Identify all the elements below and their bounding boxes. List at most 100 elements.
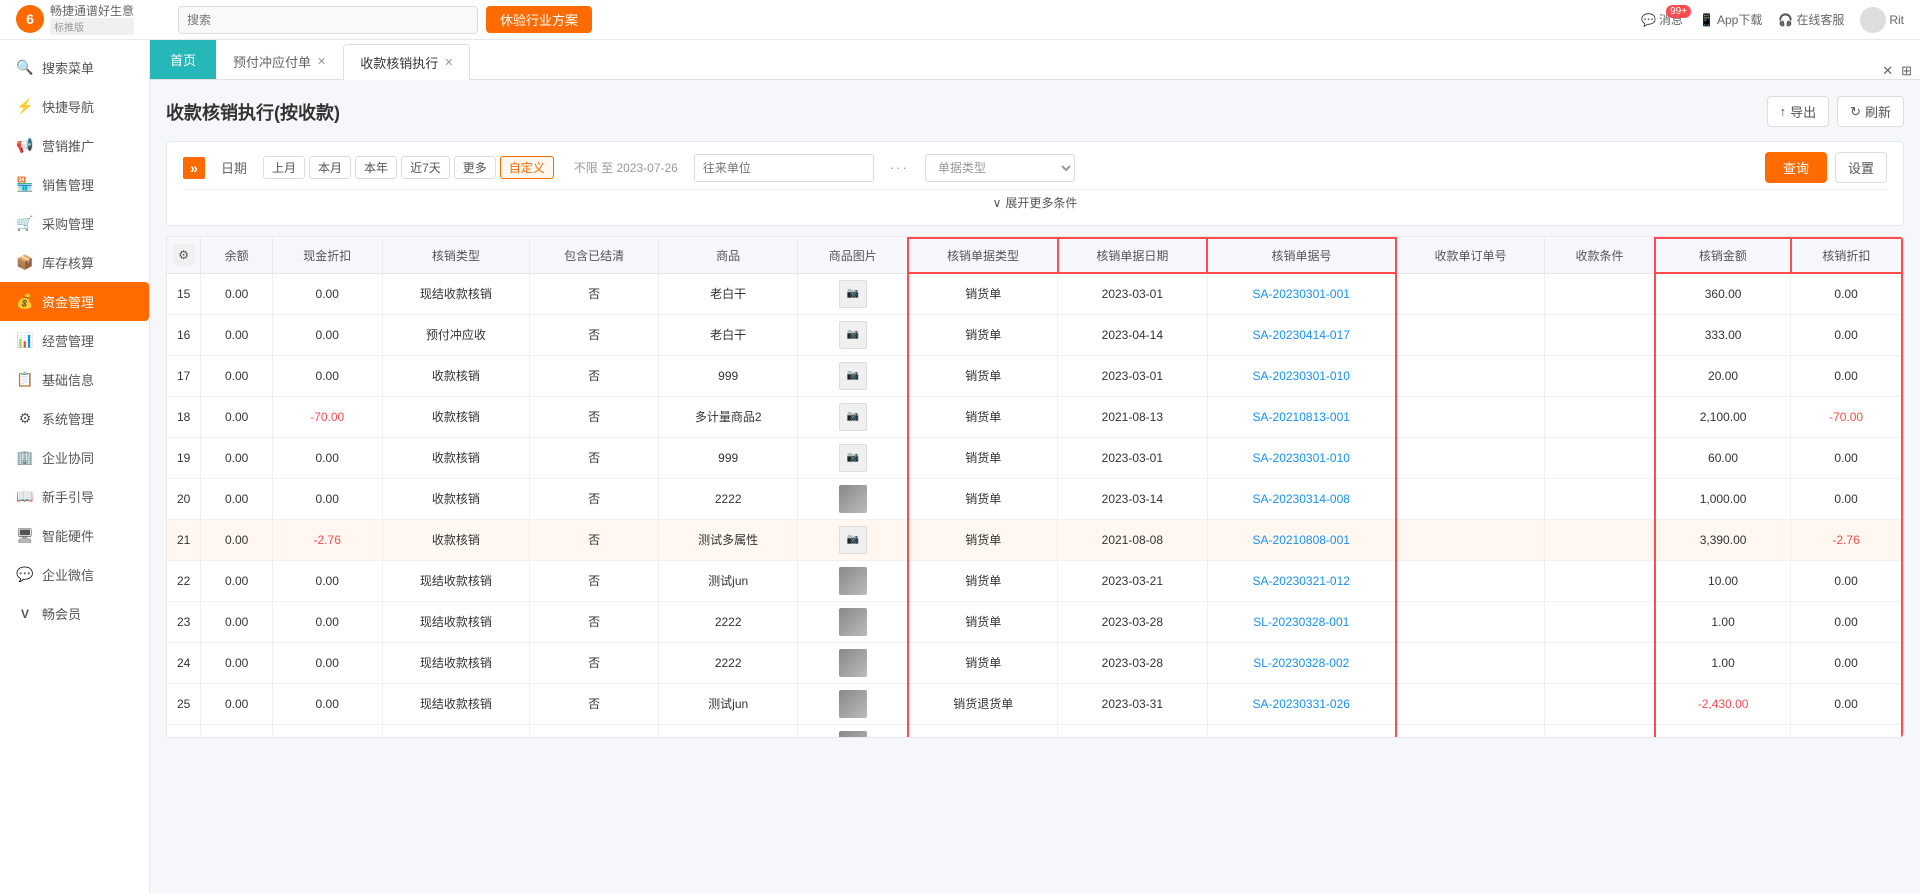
- bill-no-link[interactable]: SA-20230331-026: [1253, 697, 1350, 711]
- sidebar-item-marketing[interactable]: 📢 营销推广: [0, 126, 149, 165]
- cancel-amount-cell: 3,390.00: [1655, 519, 1791, 560]
- sidebar-item-quick[interactable]: ⚡ 快捷导航: [0, 87, 149, 126]
- th-cancel-bill-no: 核销单据号: [1207, 238, 1396, 273]
- query-btn[interactable]: 查询: [1765, 152, 1827, 183]
- bill-no-link[interactable]: SL-20230328-002: [1253, 656, 1349, 670]
- cancel-bill-date-cell: 2023-03-21: [1058, 560, 1207, 601]
- table-row: 26 0.00 0.00 预收款核销 否 123D商品 销货单 2022-04-…: [167, 724, 1902, 737]
- cancel-bill-no-cell: SA-20230314-008: [1207, 478, 1396, 519]
- table-row: 18 0.00 -70.00 收款核销 否 多计量商品2 📷 销货单 2021-…: [167, 396, 1902, 437]
- app-download-icon: 📱: [1699, 13, 1714, 27]
- tab-prepay-close[interactable]: ✕: [317, 55, 326, 68]
- balance-cell: 0.00: [201, 478, 273, 519]
- cancel-bill-no-cell: SL-20230328-002: [1207, 642, 1396, 683]
- top-bar-right: 💬 消息 99+ 📱 App下载 🎧 在线客服 Rit: [1641, 7, 1904, 33]
- product-cell: 123D商品: [659, 724, 798, 737]
- online-service-btn[interactable]: 🎧 在线客服: [1778, 11, 1844, 28]
- bill-no-link[interactable]: SA-20230301-001: [1253, 287, 1350, 301]
- tab-home[interactable]: 首页: [150, 40, 216, 79]
- cancel-amount-cell: 333.00: [1655, 314, 1791, 355]
- th-receipt-order-no: 收款单订单号: [1396, 238, 1545, 273]
- cancel-bill-no-cell: SA-20230414-017: [1207, 314, 1396, 355]
- top-search-input[interactable]: [178, 6, 478, 34]
- bill-no-link[interactable]: SA-20230301-010: [1253, 369, 1350, 383]
- setting-btn[interactable]: 设置: [1835, 152, 1887, 183]
- tab-receipt[interactable]: 收款核销执行 ✕: [343, 44, 470, 80]
- app-download-btn[interactable]: 📱 App下载: [1699, 11, 1762, 28]
- tab-prepay[interactable]: 预付冲应付单 ✕: [216, 43, 343, 79]
- industry-plan-btn[interactable]: 休验行业方案: [486, 6, 592, 33]
- sidebar-item-purchase[interactable]: 🛒 采购管理: [0, 204, 149, 243]
- filter-expand-btn[interactable]: »: [183, 157, 205, 179]
- date-btn-7days[interactable]: 近7天: [401, 156, 450, 179]
- bill-no-link[interactable]: SA-20210813-001: [1253, 410, 1350, 424]
- online-service-label: 在线客服: [1796, 11, 1844, 28]
- balance-cell: 0.00: [201, 642, 273, 683]
- column-settings-btn[interactable]: ⚙: [173, 244, 195, 266]
- sidebar-item-operations[interactable]: 📊 经营管理: [0, 321, 149, 360]
- cancel-discount-cell: 0.00: [1791, 601, 1902, 642]
- sidebar-item-base[interactable]: 📋 基础信息: [0, 360, 149, 399]
- expand-more-btn[interactable]: ∨ 展开更多条件: [183, 189, 1887, 215]
- date-btn-last-month[interactable]: 上月: [263, 156, 305, 179]
- search-icon: 🔍: [16, 59, 34, 77]
- logo-char: 6: [26, 11, 34, 27]
- sidebar-item-finance[interactable]: 💰 资金管理: [0, 282, 149, 321]
- single-type-select[interactable]: 单据类型: [925, 154, 1075, 182]
- date-btn-custom[interactable]: 自定义: [500, 156, 554, 179]
- bill-no-link[interactable]: SA-20230414-017: [1253, 328, 1350, 342]
- cancel-type-cell: 现结收款核销: [382, 642, 530, 683]
- th-product-img: 商品图片: [798, 238, 908, 273]
- counterparty-input[interactable]: [694, 154, 874, 182]
- sidebar-item-wechat[interactable]: 💬 企业微信: [0, 555, 149, 594]
- table-scroll[interactable]: ⚙ 余额 现金折扣 核销类型 包含已结清 商品 商品图片 核销单据类型 核销单据…: [167, 237, 1903, 737]
- user-avatar: [1860, 7, 1886, 33]
- sidebar-item-sales[interactable]: 🏪 销售管理: [0, 165, 149, 204]
- tab-maximize-icon[interactable]: ⊞: [1901, 63, 1912, 79]
- bill-no-link[interactable]: SL-20230328-001: [1253, 615, 1349, 629]
- cancel-amount-cell: 1.00: [1655, 642, 1791, 683]
- sidebar-item-member[interactable]: V 畅会员: [0, 594, 149, 633]
- tab-receipt-close[interactable]: ✕: [444, 56, 453, 69]
- product-cell: 老白干: [659, 314, 798, 355]
- th-settings: ⚙: [167, 238, 201, 273]
- balance-cell: 0.00: [201, 519, 273, 560]
- th-cancel-discount: 核销折扣: [1791, 238, 1902, 273]
- receipt-condition-cell: [1545, 519, 1655, 560]
- user-info[interactable]: Rit: [1860, 7, 1904, 33]
- logo-name: 畅捷通谱好生意: [50, 4, 134, 18]
- export-btn[interactable]: ↑ 导出: [1767, 96, 1830, 127]
- bill-no-link[interactable]: SA-20210808-001: [1253, 533, 1350, 547]
- sidebar-item-hardware[interactable]: 🖥 智能硬件: [0, 516, 149, 555]
- sidebar-item-guide[interactable]: 📖 新手引导: [0, 477, 149, 516]
- sidebar-item-inventory[interactable]: 📦 库存核算: [0, 243, 149, 282]
- refresh-btn[interactable]: ↻ 刷新: [1837, 96, 1904, 127]
- date-btn-this-month[interactable]: 本月: [309, 156, 351, 179]
- sidebar-item-label: 智能硬件: [42, 526, 94, 545]
- receipt-condition-cell: [1545, 355, 1655, 396]
- cancel-amount-cell: 10.00: [1655, 560, 1791, 601]
- cancel-bill-date-cell: 2023-03-01: [1058, 355, 1207, 396]
- notification-btn[interactable]: 💬 消息 99+: [1641, 11, 1683, 28]
- bill-no-link[interactable]: SA-20230314-008: [1253, 492, 1350, 506]
- date-btn-more[interactable]: 更多: [454, 156, 496, 179]
- sidebar-item-enterprise[interactable]: 🏢 企业协同: [0, 438, 149, 477]
- row-id: 20: [167, 478, 201, 519]
- sidebar-item-system[interactable]: ⚙ 系统管理: [0, 399, 149, 438]
- sidebar-item-label: 基础信息: [42, 370, 94, 389]
- product-img-cell: 📷: [798, 355, 908, 396]
- product-img-cell: 📷: [798, 396, 908, 437]
- cancel-bill-date-cell: 2023-03-01: [1058, 437, 1207, 478]
- product-cell: 测试jun: [659, 560, 798, 601]
- discount-cell: 0.00: [272, 437, 382, 478]
- bill-no-link[interactable]: SA-20230301-010: [1253, 451, 1350, 465]
- bill-no-link[interactable]: SA-20230321-012: [1253, 574, 1350, 588]
- row-id: 21: [167, 519, 201, 560]
- tab-close-icon[interactable]: ✕: [1882, 63, 1893, 79]
- th-cancel-type: 核销类型: [382, 238, 530, 273]
- balance-cell: 0.00: [201, 396, 273, 437]
- table-row: 21 0.00 -2.76 收款核销 否 测试多属性 📷 销货单 2021-08…: [167, 519, 1902, 560]
- date-btn-this-year[interactable]: 本年: [355, 156, 397, 179]
- sidebar-item-search[interactable]: 🔍 搜索菜单: [0, 48, 149, 87]
- table-header-row: ⚙ 余额 现金折扣 核销类型 包含已结清 商品 商品图片 核销单据类型 核销单据…: [167, 238, 1902, 273]
